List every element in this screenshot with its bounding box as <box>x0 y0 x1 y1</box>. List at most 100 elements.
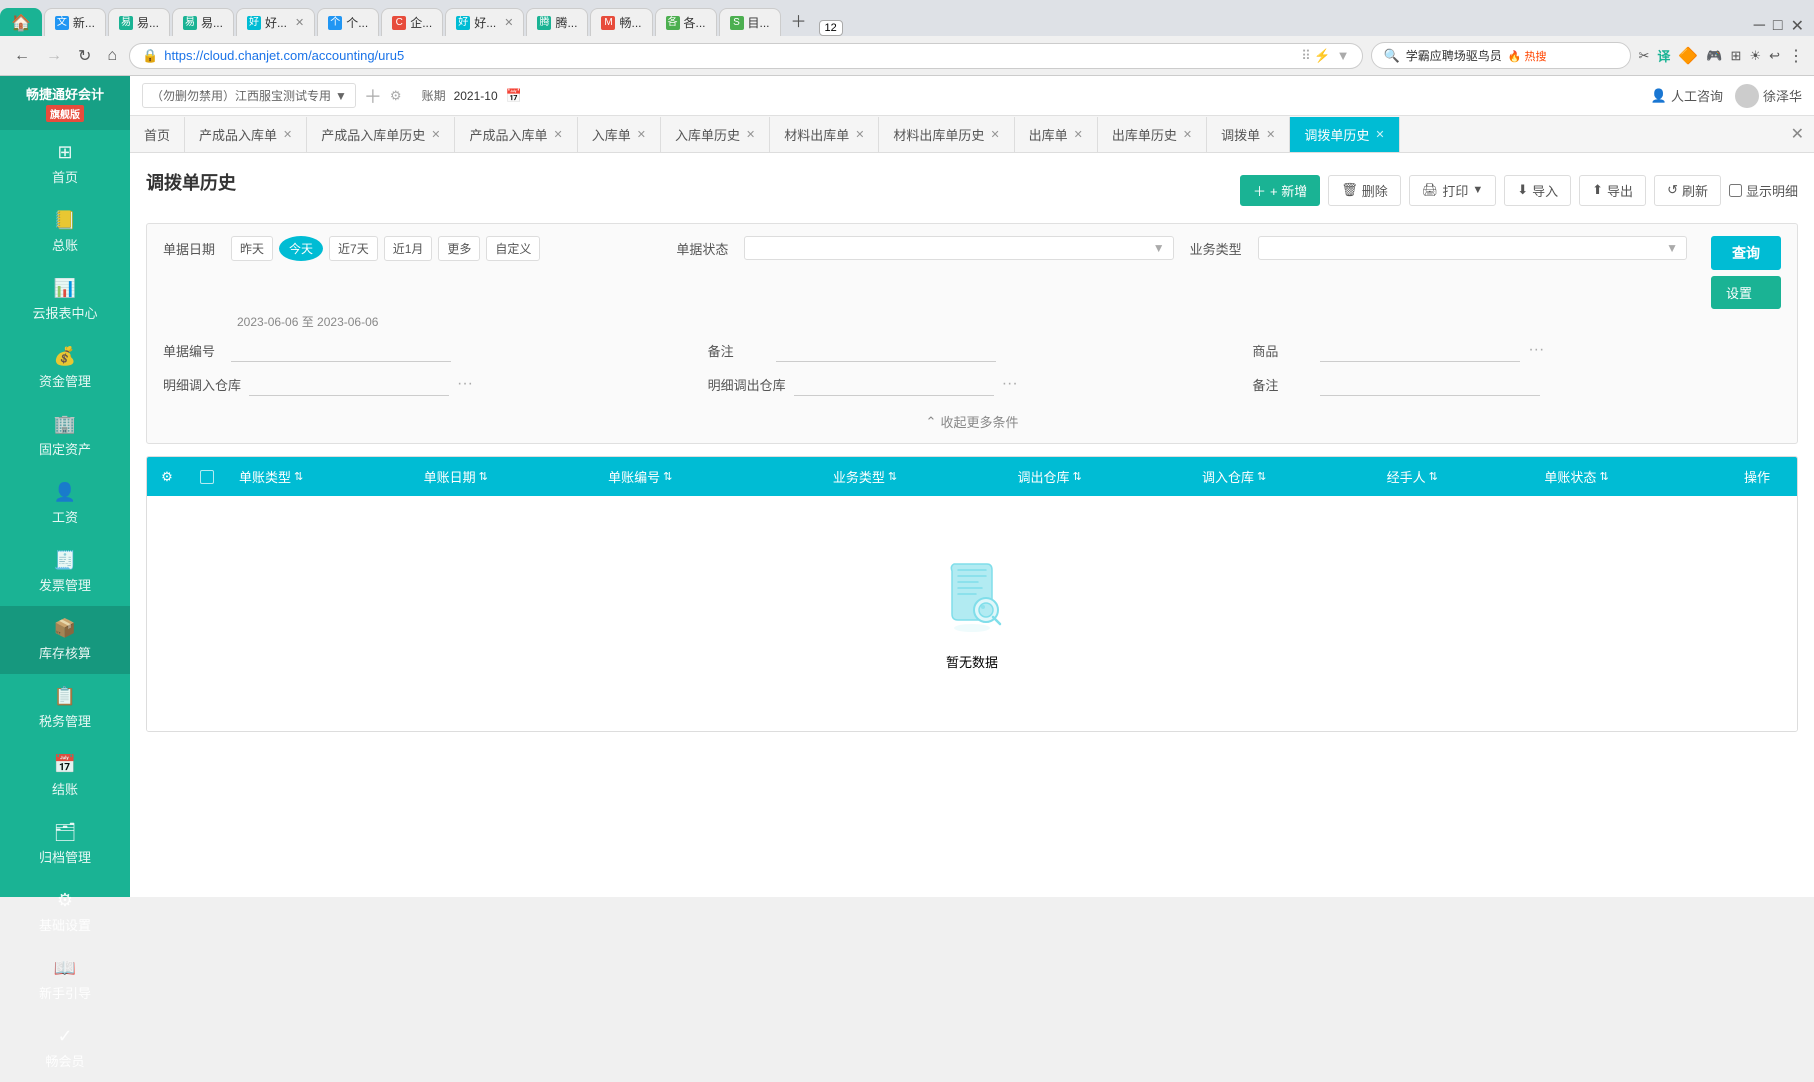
maximize-button[interactable]: □ <box>1773 17 1783 35</box>
refresh-button-toolbar[interactable]: ↺ 刷新 <box>1654 175 1721 206</box>
add-company-button[interactable]: ＋ <box>364 83 382 109</box>
tab-close-7[interactable]: ✕ <box>504 16 513 29</box>
tab-close-pt9[interactable]: ✕ <box>1183 128 1192 141</box>
page-tab-11[interactable]: 调拨单历史 ✕ <box>1290 117 1399 152</box>
sidebar-item-close[interactable]: 📅 结账 <box>0 742 130 810</box>
coin-icon[interactable]: 🔶 <box>1678 46 1698 66</box>
sidebar-item-tax[interactable]: 📋 税务管理 <box>0 674 130 742</box>
browser-tab-4[interactable]: 好 好... ✕ <box>236 8 315 36</box>
print-button[interactable]: 🖨 打印 ▼ <box>1409 175 1496 206</box>
browser-tab-1[interactable]: 文 新... <box>44 8 106 36</box>
th-check[interactable] <box>187 460 227 494</box>
th-doc-number[interactable]: 单账编号 ⇅ <box>596 457 821 496</box>
page-tab-6[interactable]: 材料出库单 ✕ <box>770 117 879 152</box>
filter-note-input[interactable] <box>1320 372 1540 396</box>
sidebar-item-reports[interactable]: 📊 云报表中心 <box>0 266 130 334</box>
import-button[interactable]: ⬇ 导入 <box>1504 175 1571 206</box>
yesterday-btn[interactable]: 昨天 <box>231 236 273 261</box>
collapse-button[interactable]: ⌃ 收起更多条件 <box>926 412 1019 431</box>
delete-button[interactable]: 🗑 删除 <box>1328 175 1401 206</box>
filter-biztype-select[interactable]: ▼ <box>1258 236 1687 260</box>
close-all-tabs-button[interactable]: ✕ <box>1781 116 1814 152</box>
avatar[interactable]: 徐泽华 <box>1735 84 1802 108</box>
th-doc-type[interactable]: 单账类型 ⇅ <box>227 457 412 496</box>
page-tab-5[interactable]: 入库单历史 ✕ <box>661 117 770 152</box>
sidebar-item-assets[interactable]: 🏢 固定资产 <box>0 402 130 470</box>
tab-close-4[interactable]: ✕ <box>295 16 304 29</box>
forward-button[interactable]: → <box>42 45 66 67</box>
page-tab-2[interactable]: 产成品入库单历史 ✕ <box>307 117 455 152</box>
sidebar-item-home[interactable]: ⊞ 首页 <box>0 130 130 198</box>
th-in-wh[interactable]: 调入仓库 ⇅ <box>1190 457 1375 496</box>
filter-outwh-more[interactable]: ··· <box>1002 375 1018 393</box>
filter-outwh-input[interactable] <box>794 372 994 396</box>
week-btn[interactable]: 近7天 <box>329 236 378 261</box>
close-window-button[interactable]: ✕ <box>1791 16 1804 36</box>
page-tab-1[interactable]: 产成品入库单 ✕ <box>185 117 307 152</box>
th-handler[interactable]: 经手人 ⇅ <box>1375 457 1533 496</box>
sidebar-item-funds[interactable]: 💰 资金管理 <box>0 334 130 402</box>
browser-tab-8[interactable]: 腾 腾... <box>526 8 588 36</box>
filter-goods-more[interactable]: ··· <box>1528 341 1544 359</box>
settings-gear-icon[interactable]: ⚙ <box>390 88 402 104</box>
sidebar-item-settings[interactable]: ⚙ 基础设置 <box>0 878 130 946</box>
th-gear[interactable]: ⚙ <box>147 459 187 495</box>
th-out-wh[interactable]: 调出仓库 ⇅ <box>1005 457 1190 496</box>
browser-tab-6[interactable]: C 企... <box>381 8 443 36</box>
filter-number-input[interactable] <box>231 338 451 362</box>
th-status[interactable]: 单账状态 ⇅ <box>1532 457 1717 496</box>
query-button[interactable]: 查询 <box>1711 236 1781 270</box>
undo-icon[interactable]: ↩ <box>1769 48 1780 64</box>
tab-close-pt6[interactable]: ✕ <box>855 128 864 141</box>
tab-close-pt7[interactable]: ✕ <box>990 128 999 141</box>
month-btn[interactable]: 近1月 <box>384 236 433 261</box>
page-tab-9[interactable]: 出库单历史 ✕ <box>1098 117 1207 152</box>
browser-tab-7[interactable]: 好 好... ✕ <box>445 8 524 36</box>
menu-icon[interactable]: ⋮ <box>1788 46 1804 66</box>
display-toggle[interactable]: 显示明细 <box>1729 181 1798 200</box>
filter-status-select[interactable]: ▼ <box>744 236 1173 260</box>
sidebar-item-guide[interactable]: 📖 新手引导 <box>0 946 130 1014</box>
tab-close-pt3[interactable]: ✕ <box>554 128 563 141</box>
sidebar-logo[interactable]: 畅捷通好会计 旗舰版 <box>0 76 130 130</box>
page-tab-3[interactable]: 产成品入库单 ✕ <box>455 117 577 152</box>
back-button[interactable]: ← <box>10 45 34 67</box>
th-biz-type[interactable]: 业务类型 ⇅ <box>821 457 1006 496</box>
home-button[interactable]: ⌂ <box>103 45 121 67</box>
page-tab-8[interactable]: 出库单 ✕ <box>1015 117 1098 152</box>
browser-tab-9[interactable]: M 畅... <box>590 8 652 36</box>
grid-icon[interactable]: ⊞ <box>1731 48 1742 64</box>
filter-inwh-input[interactable] <box>249 372 449 396</box>
sidebar-item-ledger[interactable]: 📒 总账 <box>0 198 130 266</box>
th-doc-date[interactable]: 单账日期 ⇅ <box>412 457 597 496</box>
browser-tab-5[interactable]: 个 个... <box>317 8 379 36</box>
export-button[interactable]: ⬆ 导出 <box>1579 175 1646 206</box>
page-tab-4[interactable]: 入库单 ✕ <box>578 117 661 152</box>
browser-tab-10[interactable]: 各 各... <box>655 8 717 36</box>
tab-close-pt5[interactable]: ✕ <box>746 128 755 141</box>
browser-tab-3[interactable]: 易 易... <box>172 8 234 36</box>
browser-tab-11[interactable]: S 目... <box>719 8 781 36</box>
page-tab-home[interactable]: 首页 <box>130 117 185 152</box>
tab-close-pt11[interactable]: ✕ <box>1375 128 1384 141</box>
scissors-icon[interactable]: ✂ <box>1639 48 1650 64</box>
translate-icon[interactable]: 译 <box>1657 46 1670 65</box>
tab-close-pt4[interactable]: ✕ <box>637 128 646 141</box>
filter-remark-input[interactable] <box>776 338 996 362</box>
page-tab-7[interactable]: 材料出库单历史 ✕ <box>879 117 1014 152</box>
sidebar-item-wages[interactable]: 👤 工资 <box>0 470 130 538</box>
tab-close-pt10[interactable]: ✕ <box>1266 128 1275 141</box>
filter-inwh-more[interactable]: ··· <box>457 375 473 393</box>
sidebar-item-archive[interactable]: 🗂 归档管理 <box>0 810 130 878</box>
company-selector[interactable]: （勿删勿禁用）江西服宝测试专用 ▼ <box>142 83 356 108</box>
new-button[interactable]: ＋ + 新增 <box>1240 175 1320 206</box>
service-button[interactable]: 👤 人工咨询 <box>1651 86 1723 105</box>
browser-tab-2[interactable]: 易 易... <box>108 8 170 36</box>
custom-btn[interactable]: 自定义 <box>486 236 540 261</box>
sidebar-item-member[interactable]: ✓ 畅会员 <box>0 1014 130 1082</box>
more-btn[interactable]: 更多 <box>438 236 480 261</box>
page-tab-10[interactable]: 调拨单 ✕ <box>1207 117 1290 152</box>
filter-goods-input[interactable] <box>1320 338 1520 362</box>
sidebar-item-inventory[interactable]: 📦 库存核算 <box>0 606 130 674</box>
minimize-button[interactable]: ─ <box>1754 17 1765 35</box>
